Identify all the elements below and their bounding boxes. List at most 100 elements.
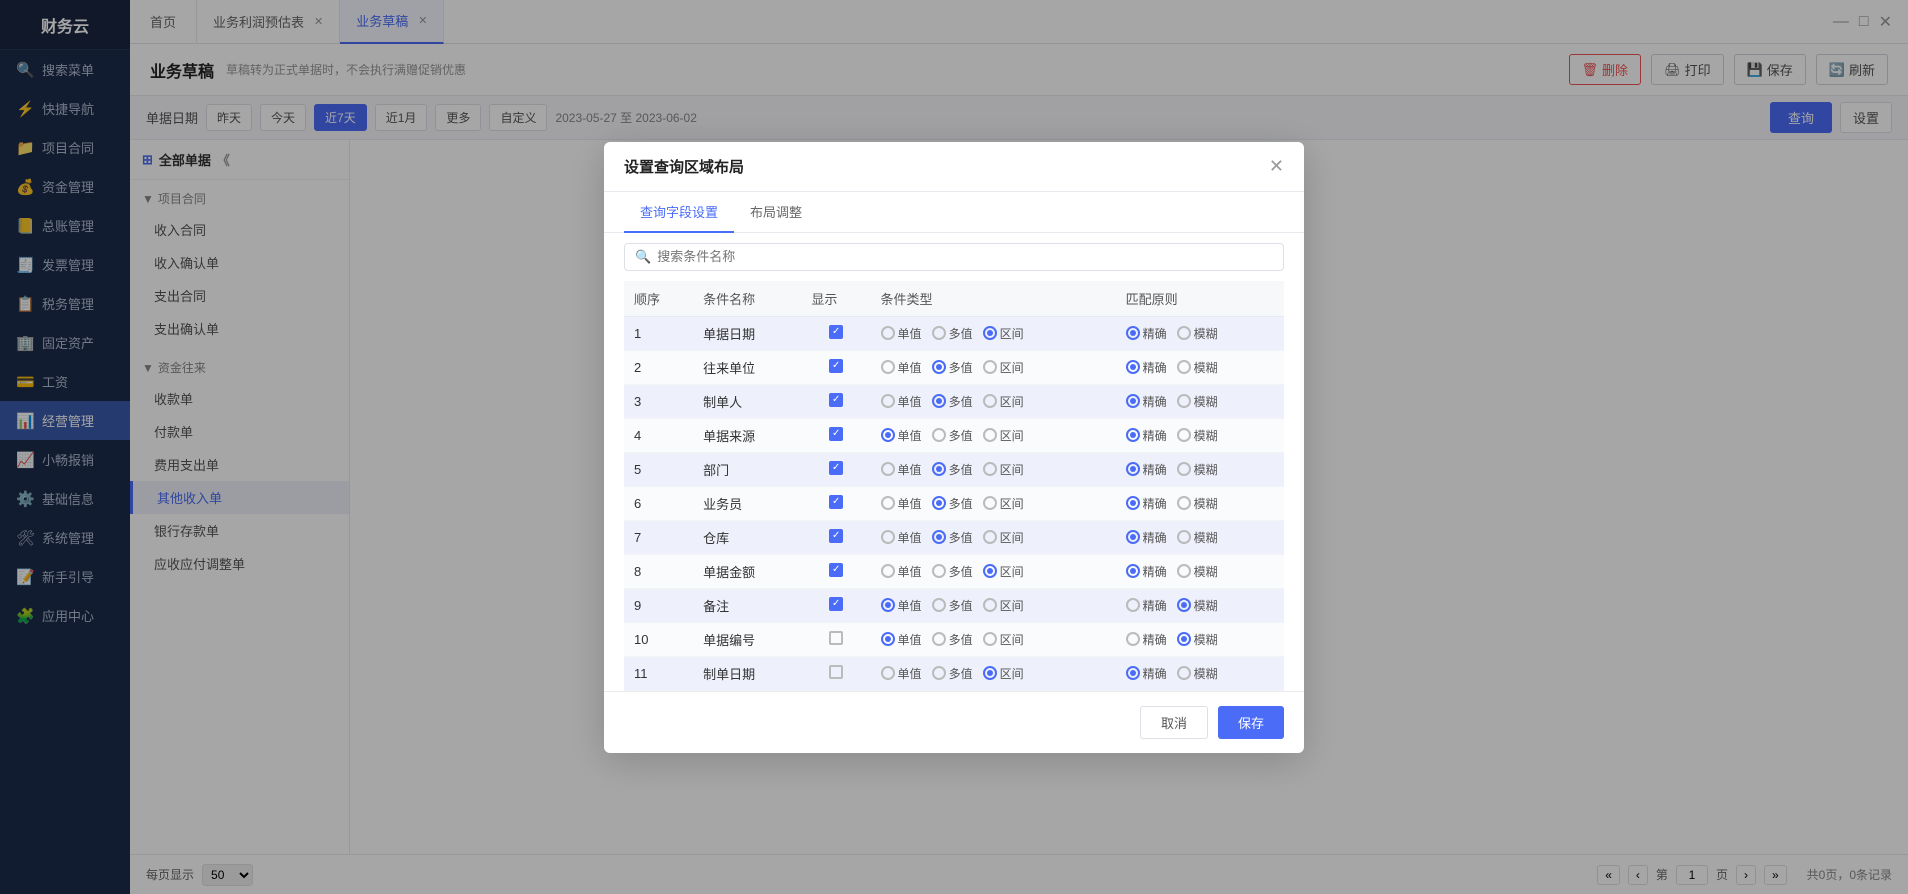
type-multi-radio[interactable] — [932, 428, 946, 442]
cell-show[interactable] — [801, 350, 870, 384]
type-range-opt[interactable]: 区间 — [983, 529, 1024, 546]
show-checkbox[interactable] — [829, 495, 843, 509]
type-range-radio[interactable] — [983, 394, 997, 408]
match-exact-radio[interactable] — [1126, 360, 1140, 374]
dialog-tab-layout[interactable]: 布局调整 — [734, 192, 818, 233]
match-exact-opt[interactable]: 精确 — [1126, 359, 1167, 376]
match-fuzzy-radio[interactable] — [1177, 564, 1191, 578]
type-single-radio[interactable] — [881, 496, 895, 510]
type-multi-opt[interactable]: 多值 — [932, 597, 973, 614]
show-checkbox[interactable] — [829, 359, 843, 373]
match-exact-opt[interactable]: 精确 — [1126, 529, 1167, 546]
match-exact-radio[interactable] — [1126, 632, 1140, 646]
type-range-radio[interactable] — [983, 428, 997, 442]
match-fuzzy-opt[interactable]: 模糊 — [1177, 461, 1218, 478]
cell-show[interactable] — [801, 418, 870, 452]
type-single-opt[interactable]: 单值 — [881, 495, 922, 512]
type-multi-radio[interactable] — [932, 360, 946, 374]
match-exact-opt[interactable]: 精确 — [1126, 495, 1167, 512]
type-range-radio[interactable] — [983, 462, 997, 476]
type-single-opt[interactable]: 单值 — [881, 393, 922, 410]
match-fuzzy-radio[interactable] — [1177, 496, 1191, 510]
type-multi-radio[interactable] — [932, 326, 946, 340]
type-range-radio[interactable] — [983, 496, 997, 510]
match-fuzzy-radio[interactable] — [1177, 360, 1191, 374]
match-fuzzy-opt[interactable]: 模糊 — [1177, 631, 1218, 648]
cell-show[interactable] — [801, 486, 870, 520]
type-single-opt[interactable]: 单值 — [881, 325, 922, 342]
match-exact-opt[interactable]: 精确 — [1126, 461, 1167, 478]
match-fuzzy-radio[interactable] — [1177, 326, 1191, 340]
type-range-opt[interactable]: 区间 — [983, 665, 1024, 682]
type-range-opt[interactable]: 区间 — [983, 563, 1024, 580]
type-single-opt[interactable]: 单值 — [881, 359, 922, 376]
type-multi-radio[interactable] — [932, 496, 946, 510]
type-single-opt[interactable]: 单值 — [881, 665, 922, 682]
show-checkbox[interactable] — [829, 325, 843, 339]
match-fuzzy-radio[interactable] — [1177, 598, 1191, 612]
dialog-save-button[interactable]: 保存 — [1218, 706, 1284, 739]
cell-show[interactable] — [801, 452, 870, 486]
type-multi-opt[interactable]: 多值 — [932, 393, 973, 410]
type-multi-opt[interactable]: 多值 — [932, 495, 973, 512]
type-single-radio[interactable] — [881, 394, 895, 408]
type-range-opt[interactable]: 区间 — [983, 427, 1024, 444]
cell-show[interactable] — [801, 656, 870, 690]
match-exact-opt[interactable]: 精确 — [1126, 325, 1167, 342]
type-multi-opt[interactable]: 多值 — [932, 461, 973, 478]
type-range-opt[interactable]: 区间 — [983, 359, 1024, 376]
type-single-radio[interactable] — [881, 462, 895, 476]
match-fuzzy-radio[interactable] — [1177, 394, 1191, 408]
match-fuzzy-opt[interactable]: 模糊 — [1177, 597, 1218, 614]
type-single-radio[interactable] — [881, 598, 895, 612]
type-range-opt[interactable]: 区间 — [983, 631, 1024, 648]
type-range-opt[interactable]: 区间 — [983, 325, 1024, 342]
match-exact-opt[interactable]: 精确 — [1126, 665, 1167, 682]
type-single-opt[interactable]: 单值 — [881, 631, 922, 648]
type-single-opt[interactable]: 单值 — [881, 529, 922, 546]
type-single-radio[interactable] — [881, 360, 895, 374]
match-exact-radio[interactable] — [1126, 428, 1140, 442]
type-multi-radio[interactable] — [932, 666, 946, 680]
show-checkbox[interactable] — [829, 631, 843, 645]
type-single-opt[interactable]: 单值 — [881, 563, 922, 580]
match-exact-radio[interactable] — [1126, 564, 1140, 578]
match-fuzzy-opt[interactable]: 模糊 — [1177, 325, 1218, 342]
match-exact-opt[interactable]: 精确 — [1126, 393, 1167, 410]
cell-show[interactable] — [801, 588, 870, 622]
show-checkbox[interactable] — [829, 529, 843, 543]
type-range-radio[interactable] — [983, 598, 997, 612]
type-multi-opt[interactable]: 多值 — [932, 529, 973, 546]
type-range-opt[interactable]: 区间 — [983, 461, 1024, 478]
show-checkbox[interactable] — [829, 461, 843, 475]
type-range-opt[interactable]: 区间 — [983, 495, 1024, 512]
match-exact-opt[interactable]: 精确 — [1126, 631, 1167, 648]
match-fuzzy-opt[interactable]: 模糊 — [1177, 393, 1218, 410]
dialog-tab-fields[interactable]: 查询字段设置 — [624, 192, 734, 233]
match-exact-radio[interactable] — [1126, 326, 1140, 340]
type-single-radio[interactable] — [881, 564, 895, 578]
type-range-radio[interactable] — [983, 564, 997, 578]
show-checkbox[interactable] — [829, 563, 843, 577]
type-single-radio[interactable] — [881, 530, 895, 544]
type-multi-opt[interactable]: 多值 — [932, 359, 973, 376]
type-single-radio[interactable] — [881, 326, 895, 340]
match-fuzzy-opt[interactable]: 模糊 — [1177, 563, 1218, 580]
type-multi-radio[interactable] — [932, 564, 946, 578]
match-exact-opt[interactable]: 精确 — [1126, 563, 1167, 580]
match-fuzzy-opt[interactable]: 模糊 — [1177, 359, 1218, 376]
type-range-radio[interactable] — [983, 530, 997, 544]
type-range-radio[interactable] — [983, 360, 997, 374]
cell-show[interactable] — [801, 316, 870, 350]
type-single-opt[interactable]: 单值 — [881, 597, 922, 614]
dialog-search-input[interactable] — [657, 249, 1273, 264]
match-exact-radio[interactable] — [1126, 530, 1140, 544]
type-single-radio[interactable] — [881, 632, 895, 646]
match-fuzzy-opt[interactable]: 模糊 — [1177, 529, 1218, 546]
show-checkbox[interactable] — [829, 665, 843, 679]
cell-show[interactable] — [801, 554, 870, 588]
match-exact-opt[interactable]: 精确 — [1126, 597, 1167, 614]
type-range-radio[interactable] — [983, 632, 997, 646]
dialog-close-button[interactable]: ✕ — [1269, 157, 1284, 175]
type-multi-opt[interactable]: 多值 — [932, 665, 973, 682]
